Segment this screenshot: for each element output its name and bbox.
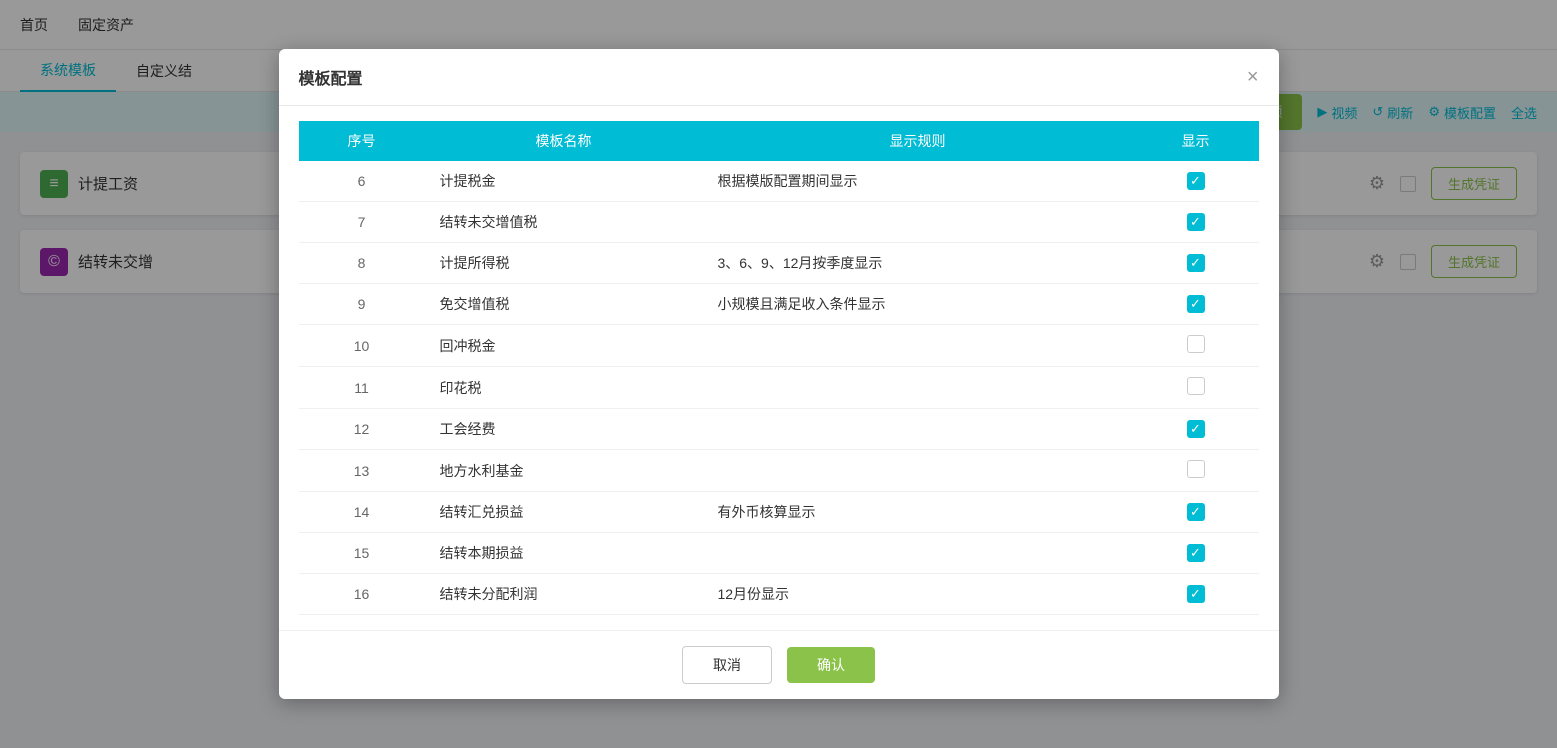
row-name: 计提税金 (424, 161, 702, 202)
table-row: 15结转本期损益 ✓ (299, 533, 1259, 574)
table-body: 6计提税金根据模版配置期间显示✓7结转未交增值税✓8计提所得税3、6、9、12月… (299, 161, 1259, 615)
checkbox-checked[interactable]: ✓ (1187, 585, 1205, 603)
checkbox-checked[interactable]: ✓ (1187, 213, 1205, 231)
table-row: 16结转未分配利润12月份显示 ✓ (299, 574, 1259, 615)
modal-body: 序号 模板名称 显示规则 显示 6计提税金根据模版配置期间显示✓7结转未交增值税… (279, 106, 1279, 630)
row-name: 结转本期损益 (424, 533, 702, 574)
row-rule (702, 409, 1132, 450)
checkbox-checked[interactable]: ✓ (1187, 172, 1205, 190)
row-index: 14 (299, 492, 425, 533)
modal-title: 模板配置 (299, 65, 363, 89)
table-row: 13地方水利基金 (299, 450, 1259, 492)
row-name: 地方水利基金 (424, 450, 702, 492)
row-show[interactable] (1133, 325, 1259, 367)
row-rule (702, 325, 1132, 367)
row-show[interactable]: ✓ (1133, 574, 1259, 615)
row-rule: 3、6、9、12月按季度显示 (702, 243, 1132, 284)
row-index: 6 (299, 161, 425, 202)
row-name: 结转未交增值税 (424, 202, 702, 243)
table-row: 14结转汇兑损益有外币核算显示 ✓ (299, 492, 1259, 533)
row-show[interactable]: ✓ (1133, 533, 1259, 574)
row-show[interactable]: ✓ (1133, 409, 1259, 450)
cancel-button[interactable]: 取消 (682, 646, 772, 684)
table-row: 11印花税 (299, 367, 1259, 409)
template-config-modal: 模板配置 × 序号 模板名称 显示规则 显示 6计提税金根据模版配置期间显示✓7… (279, 49, 1279, 699)
config-table: 序号 模板名称 显示规则 显示 6计提税金根据模版配置期间显示✓7结转未交增值税… (299, 121, 1259, 615)
row-index: 16 (299, 574, 425, 615)
col-show: 显示 (1133, 121, 1259, 161)
table-row: 12工会经费 ✓ (299, 409, 1259, 450)
checkbox-checked[interactable]: ✓ (1187, 503, 1205, 521)
checkbox-empty[interactable] (1187, 460, 1205, 478)
checkbox-empty[interactable] (1187, 335, 1205, 353)
confirm-button[interactable]: 确认 (787, 647, 875, 683)
row-index: 7 (299, 202, 425, 243)
row-index: 13 (299, 450, 425, 492)
col-name: 模板名称 (424, 121, 702, 161)
checkbox-empty[interactable] (1187, 377, 1205, 395)
row-rule (702, 367, 1132, 409)
row-index: 8 (299, 243, 425, 284)
row-index: 15 (299, 533, 425, 574)
row-rule (702, 202, 1132, 243)
row-rule: 小规模且满足收入条件显示 (702, 284, 1132, 325)
checkbox-checked[interactable]: ✓ (1187, 544, 1205, 562)
checkbox-checked[interactable]: ✓ (1187, 420, 1205, 438)
row-index: 9 (299, 284, 425, 325)
col-rule: 显示规则 (702, 121, 1132, 161)
modal-close-button[interactable]: × (1247, 67, 1259, 87)
table-header: 序号 模板名称 显示规则 显示 (299, 121, 1259, 161)
row-show[interactable]: ✓ (1133, 243, 1259, 284)
col-index: 序号 (299, 121, 425, 161)
table-row: 9免交增值税小规模且满足收入条件显示 ✓ (299, 284, 1259, 325)
row-index: 12 (299, 409, 425, 450)
modal-footer: 取消 确认 (279, 630, 1279, 699)
row-show[interactable]: ✓ (1133, 161, 1259, 202)
row-name: 回冲税金 (424, 325, 702, 367)
row-index: 11 (299, 367, 425, 409)
row-show[interactable]: ✓ (1133, 284, 1259, 325)
modal-header: 模板配置 × (279, 49, 1279, 106)
row-rule (702, 450, 1132, 492)
row-name: 印花税 (424, 367, 702, 409)
row-name: 免交增值税 (424, 284, 702, 325)
row-rule: 12月份显示 (702, 574, 1132, 615)
row-show[interactable]: ✓ (1133, 492, 1259, 533)
table-row: 7结转未交增值税 ✓ (299, 202, 1259, 243)
table-row: 10回冲税金 (299, 325, 1259, 367)
row-index: 10 (299, 325, 425, 367)
row-name: 工会经费 (424, 409, 702, 450)
row-show[interactable] (1133, 367, 1259, 409)
row-rule: 根据模版配置期间显示 (702, 161, 1132, 202)
checkbox-checked[interactable]: ✓ (1187, 254, 1205, 272)
row-show[interactable]: ✓ (1133, 202, 1259, 243)
table-scroll-area[interactable]: 序号 模板名称 显示规则 显示 6计提税金根据模版配置期间显示✓7结转未交增值税… (299, 121, 1259, 615)
row-name: 结转未分配利润 (424, 574, 702, 615)
row-show[interactable] (1133, 450, 1259, 492)
row-rule: 有外币核算显示 (702, 492, 1132, 533)
table-row: 8计提所得税3、6、9、12月按季度显示 ✓ (299, 243, 1259, 284)
table-row: 6计提税金根据模版配置期间显示 ✓ (299, 161, 1259, 202)
row-name: 计提所得税 (424, 243, 702, 284)
row-rule (702, 533, 1132, 574)
row-name: 结转汇兑损益 (424, 492, 702, 533)
checkbox-checked[interactable]: ✓ (1187, 295, 1205, 313)
